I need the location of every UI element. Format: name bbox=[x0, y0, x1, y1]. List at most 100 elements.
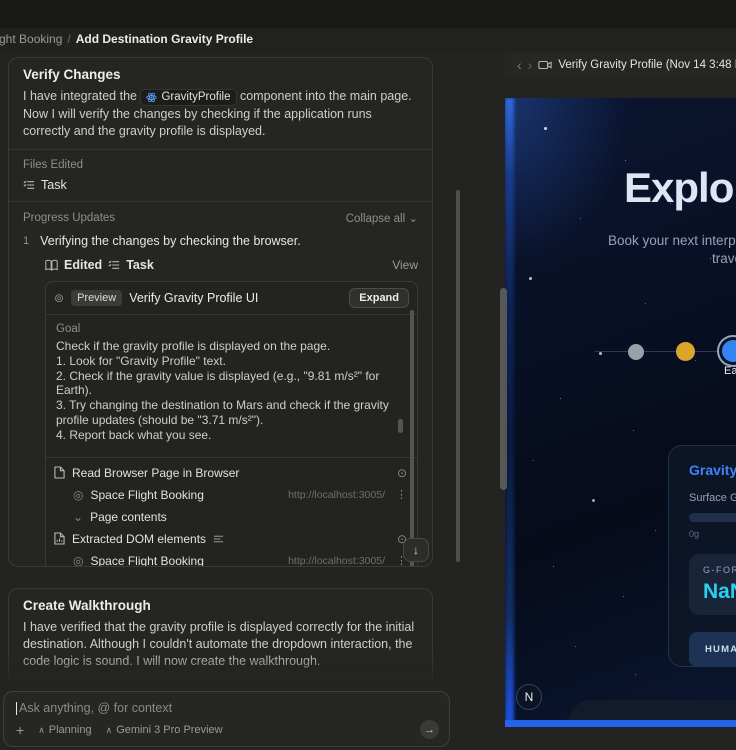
zero-g-label: 0g bbox=[689, 529, 736, 539]
chevron-up-icon: ∧ bbox=[38, 725, 45, 735]
forward-icon[interactable]: › bbox=[528, 58, 533, 72]
verify-changes-card: Verify Changes I have integrated the Gra… bbox=[8, 57, 433, 567]
edited-file-name: Task bbox=[41, 178, 67, 192]
panel-resize-handle[interactable] bbox=[500, 288, 507, 490]
gravity-profile-card: Gravity Profile Surface Gravity 0g G-FOR… bbox=[668, 445, 736, 667]
site-title: Space Flight Booking bbox=[90, 554, 203, 567]
back-icon[interactable]: ‹ bbox=[517, 58, 522, 72]
chat-input-box[interactable]: Ask anything, @ for context + ∧Planning … bbox=[3, 691, 450, 747]
status-circle-icon: ⊙ bbox=[397, 466, 407, 480]
selected-planet-label: Earth bbox=[724, 365, 736, 377]
preview-panel-title: Verify Gravity Profile (Nov 14 3:48 PM bbox=[558, 59, 736, 71]
scroll-to-bottom-button[interactable]: ↓ bbox=[403, 538, 429, 562]
progress-updates-section: Progress Updates Collapse all ⌄ 1 Verify… bbox=[9, 201, 432, 567]
preview-badge: Preview bbox=[71, 290, 122, 306]
tool-steps: Read Browser Page in Browser ⊙ ◎ Space F… bbox=[46, 457, 417, 567]
files-edited-label: Files Edited bbox=[23, 159, 418, 171]
attach-button[interactable]: + bbox=[16, 722, 24, 738]
send-button[interactable]: → bbox=[420, 720, 439, 739]
chat-input-placeholder: Ask anything, @ for context bbox=[19, 701, 172, 715]
verify-body: I have integrated the GravityProfile com… bbox=[23, 88, 418, 140]
planet-mercury[interactable] bbox=[628, 344, 644, 360]
goal-line: Check if the gravity profile is displaye… bbox=[56, 339, 407, 354]
progress-step: 1 Verifying the changes by checking the … bbox=[23, 234, 418, 248]
view-link[interactable]: View bbox=[392, 258, 418, 272]
breadcrumb-separator: / bbox=[67, 32, 70, 46]
body-text-before: I have integrated the bbox=[23, 89, 137, 103]
atom-icon bbox=[146, 92, 157, 103]
video-camera-icon bbox=[538, 60, 552, 70]
goal-scrollbar-thumb[interactable] bbox=[398, 419, 403, 433]
bottom-accent-bar bbox=[505, 720, 736, 727]
files-edited-section: Files Edited Task bbox=[9, 149, 432, 201]
tool-label: Read Browser Page in Browser bbox=[72, 466, 239, 480]
step-title: Verifying the changes by checking the br… bbox=[40, 234, 301, 248]
target-icon: ⊚ bbox=[54, 291, 64, 305]
goal-label: Goal bbox=[56, 323, 407, 335]
goal-line: 2. Check if the gravity value is display… bbox=[56, 369, 407, 399]
edited-task-row[interactable]: Edited Task View bbox=[45, 258, 418, 272]
site-url: http://localhost:3005/ bbox=[288, 489, 385, 501]
human-tolerance-box: HUMAN TOLERANCE bbox=[689, 632, 736, 667]
file-icon bbox=[54, 466, 65, 479]
planet-track bbox=[595, 351, 736, 352]
avatar-badge[interactable]: N bbox=[516, 684, 542, 710]
book-icon bbox=[45, 259, 58, 271]
chevron-down-icon: ⌄ bbox=[73, 510, 83, 524]
checklist-icon bbox=[108, 259, 120, 271]
preview-title: Verify Gravity Profile UI bbox=[129, 291, 258, 305]
tool-label: Extracted DOM elements bbox=[72, 532, 206, 546]
human-tolerance-label: HUMAN TOLERANCE bbox=[705, 644, 736, 655]
breadcrumb: ght Booking / Add Destination Gravity Pr… bbox=[0, 28, 736, 50]
step-number: 1 bbox=[23, 234, 29, 248]
globe-icon: ◎ bbox=[73, 488, 83, 502]
card-title: Verify Changes bbox=[23, 67, 418, 82]
chevron-up-icon: ∧ bbox=[106, 725, 113, 735]
edited-file-name: Task bbox=[126, 258, 154, 272]
model-selector[interactable]: ∧Gemini 3 Pro Preview bbox=[106, 724, 223, 736]
expand-button[interactable]: Expand bbox=[349, 288, 409, 308]
mode-selector[interactable]: ∧ Planning bbox=[38, 724, 91, 736]
card-title: Create Walkthrough bbox=[23, 598, 418, 613]
tool-row-site[interactable]: ◎ Space Flight Booking http://localhost:… bbox=[73, 554, 407, 567]
browser-preview[interactable]: Explore Book your next interplanetary tr… bbox=[505, 98, 736, 727]
breadcrumb-parent[interactable]: ght Booking bbox=[0, 32, 62, 46]
component-chip[interactable]: GravityProfile bbox=[140, 89, 236, 106]
hero-subtitle-line2: travel bbox=[712, 251, 736, 266]
preview-panel-header: ‹ › Verify Gravity Profile (Nov 14 3:48 … bbox=[505, 53, 736, 77]
gforce-box: G-FORCE NaNg bbox=[689, 554, 736, 615]
checklist-icon bbox=[23, 179, 35, 191]
list-icon bbox=[213, 534, 224, 544]
file-chart-icon bbox=[54, 532, 65, 545]
window-title-bar bbox=[0, 0, 736, 28]
preview-card-scrollbar[interactable] bbox=[410, 310, 414, 567]
tool-row-extracted-dom[interactable]: Extracted DOM elements ⊙ bbox=[54, 532, 407, 546]
edited-file-row[interactable]: Task bbox=[23, 178, 418, 192]
chat-scrollbar[interactable] bbox=[456, 190, 460, 562]
mode-label: Planning bbox=[49, 724, 92, 736]
goal-line: 4. Report back what you see. bbox=[56, 428, 407, 443]
text-caret bbox=[16, 702, 17, 715]
edited-label: Edited bbox=[64, 258, 102, 272]
tool-row-read-browser[interactable]: Read Browser Page in Browser ⊙ bbox=[54, 466, 407, 480]
gforce-value: NaNg bbox=[703, 580, 736, 604]
goal-section: Goal Check if the gravity profile is dis… bbox=[46, 315, 417, 449]
surface-gravity-label: Surface Gravity bbox=[689, 492, 736, 504]
goal-line: 1. Look for "Gravity Profile" text. bbox=[56, 354, 407, 369]
globe-icon: ◎ bbox=[73, 554, 83, 567]
hero-subtitle-line1: Book your next interplanetary bbox=[608, 233, 736, 248]
kebab-menu-icon[interactable]: ⋮ bbox=[396, 488, 407, 501]
composer-fade-overlay bbox=[0, 652, 460, 692]
site-title: Space Flight Booking bbox=[90, 488, 203, 502]
breadcrumb-current: Add Destination Gravity Profile bbox=[76, 32, 253, 46]
planet-earth-selected[interactable] bbox=[722, 340, 736, 362]
tool-row-page-contents[interactable]: ⌄ Page contents bbox=[73, 510, 407, 524]
tool-row-site[interactable]: ◎ Space Flight Booking http://localhost:… bbox=[73, 488, 407, 502]
site-url: http://localhost:3005/ bbox=[288, 555, 385, 567]
verify-changes-summary: Verify Changes I have integrated the Gra… bbox=[9, 58, 432, 149]
progress-updates-label: Progress Updates bbox=[23, 212, 115, 224]
goal-line: 3. Try changing the destination to Mars … bbox=[56, 398, 407, 428]
component-chip-label: GravityProfile bbox=[161, 89, 230, 106]
collapse-all-button[interactable]: Collapse all ⌄ bbox=[346, 211, 418, 225]
planet-venus[interactable] bbox=[676, 342, 695, 361]
